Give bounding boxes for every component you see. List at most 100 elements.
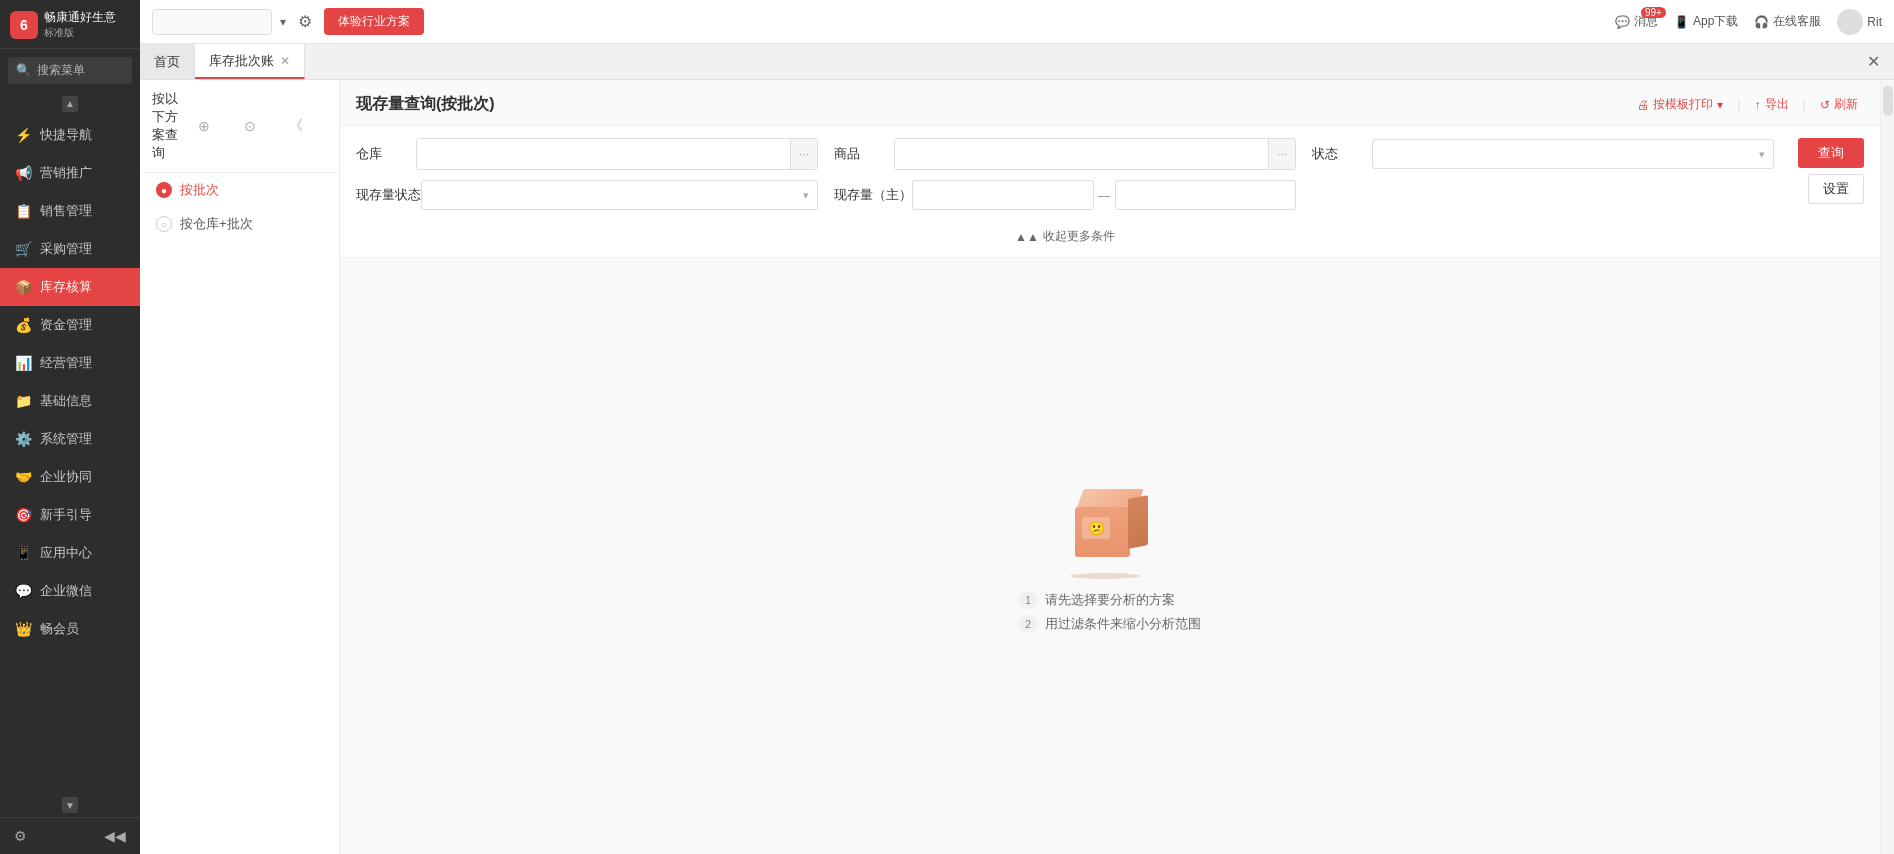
- warehouse-label: 仓库: [356, 145, 416, 163]
- tab-inventory-batch[interactable]: 库存批次账 ✕: [195, 44, 305, 79]
- messages-badge: 99+: [1641, 7, 1666, 18]
- sidebar-item-operations[interactable]: 📊 经营管理: [0, 344, 140, 382]
- sidebar-scroll-down[interactable]: ▼: [62, 797, 78, 813]
- user-avatar: [1837, 9, 1863, 35]
- warehouse-input-group: ···: [416, 138, 818, 170]
- tab-bar-close-btn[interactable]: ✕: [1853, 52, 1894, 71]
- topbar-search-input[interactable]: [152, 9, 272, 35]
- messages-btn[interactable]: 💬 消息 99+: [1615, 13, 1658, 30]
- plan-dot-active: ●: [156, 182, 172, 198]
- print-dropdown-icon[interactable]: ▾: [1717, 98, 1723, 112]
- message-icon: 💬: [1615, 15, 1630, 29]
- warehouse-input[interactable]: [417, 139, 790, 169]
- settings-icon[interactable]: ⚙: [14, 828, 27, 844]
- app-download-btn[interactable]: 📱 App下载: [1674, 13, 1738, 30]
- sidebar-item-label: 基础信息: [40, 392, 92, 410]
- plan-item-warehouse-batch[interactable]: ○ 按仓库+批次: [140, 207, 339, 241]
- member-icon: 👑: [14, 620, 32, 638]
- plan-label-warehouse-batch: 按仓库+批次: [180, 215, 253, 233]
- tip-num-2: 2: [1019, 615, 1037, 633]
- left-panel: 按以下方案查询 ⊕ ⊙ 《 ● 按批次 ○ 按仓库+批次: [140, 80, 340, 854]
- sidebar-item-system[interactable]: ⚙️ 系统管理: [0, 420, 140, 458]
- sidebar-item-wechat[interactable]: 💬 企业微信: [0, 572, 140, 610]
- status-select[interactable]: ▾: [1372, 139, 1774, 169]
- sidebar-item-enterprise[interactable]: 🤝 企业协同: [0, 458, 140, 496]
- filter-area: 仓库 ··· 商品: [340, 126, 1880, 258]
- user-name: Rit: [1867, 15, 1882, 29]
- sidebar-item-label: 销售管理: [40, 202, 92, 220]
- warehouse-more-icon: ···: [799, 147, 809, 161]
- topbar-dropdown-icon[interactable]: ▾: [280, 15, 286, 29]
- sidebar-nav: ⚡ 快捷导航 📢 营销推广 📋 销售管理 🛒 采购管理 📦 库存核算 💰 资金管…: [0, 116, 140, 793]
- product-input-group: ···: [894, 138, 1296, 170]
- add-plan-icon[interactable]: ⊕: [198, 118, 236, 134]
- filter-row-2: 现存量状态 ▾ 现存量（主） —: [356, 180, 1774, 210]
- app-title: 畅康通好生意: [44, 10, 116, 26]
- refresh-label: 刷新: [1834, 96, 1858, 113]
- collapse-label: 收起更多条件: [1043, 228, 1115, 245]
- sidebar-item-quick-nav[interactable]: ⚡ 快捷导航: [0, 116, 140, 154]
- inventory-qty-to[interactable]: [1115, 180, 1297, 210]
- tip-text-2: 用过滤条件来缩小分析范围: [1045, 615, 1201, 633]
- status-label: 状态: [1312, 145, 1372, 163]
- filter-row-1: 仓库 ··· 商品: [356, 138, 1774, 170]
- inventory-qty-field: 现存量（主） —: [834, 180, 1296, 210]
- collapse-sidebar-icon[interactable]: ◀◀: [104, 828, 126, 844]
- qty-dash: —: [1094, 188, 1115, 203]
- sidebar-item-label: 企业微信: [40, 582, 92, 600]
- sidebar-item-marketing[interactable]: 📢 营销推广: [0, 154, 140, 192]
- sidebar-scroll-up[interactable]: ▲: [62, 96, 78, 112]
- empty-state: 😕 1 请先选择要分析的方案 2 用过滤条件来缩小分析范围: [340, 258, 1880, 854]
- sidebar-item-label: 快捷导航: [40, 126, 92, 144]
- tab-close-icon[interactable]: ✕: [280, 54, 290, 68]
- collapse-more-btn[interactable]: ▲▲ 收起更多条件: [356, 220, 1774, 245]
- sidebar-item-inventory[interactable]: 📦 库存核算: [0, 268, 140, 306]
- sidebar-item-basic[interactable]: 📁 基础信息: [0, 382, 140, 420]
- sidebar-item-member[interactable]: 👑 畅会员: [0, 610, 140, 648]
- tab-home[interactable]: 首页: [140, 44, 195, 79]
- tabbar: 首页 库存批次账 ✕ ✕: [140, 44, 1894, 80]
- sidebar-item-label: 经营管理: [40, 354, 92, 372]
- export-btn[interactable]: ↑ 导出: [1749, 92, 1795, 117]
- inventory-status-select[interactable]: ▾: [421, 180, 818, 210]
- sidebar-item-finance[interactable]: 💰 资金管理: [0, 306, 140, 344]
- topbar: ▾ ⚙ 体验行业方案 💬 消息 99+ 📱 App下载 🎧 在线客服 Rit: [140, 0, 1894, 44]
- refresh-btn[interactable]: ↺ 刷新: [1814, 92, 1864, 117]
- sidebar-item-guide[interactable]: 🎯 新手引导: [0, 496, 140, 534]
- settings-button[interactable]: 设置: [1808, 174, 1864, 204]
- online-service-btn[interactable]: 🎧 在线客服: [1754, 13, 1821, 30]
- plan-item-batch[interactable]: ● 按批次: [140, 173, 339, 207]
- print-btn[interactable]: 🖨 按模板打印 ▾: [1631, 92, 1729, 117]
- tip-text-1: 请先选择要分析的方案: [1045, 591, 1175, 609]
- appstore-icon: 📱: [14, 544, 32, 562]
- inventory-qty-from[interactable]: [912, 180, 1094, 210]
- sidebar-item-appstore[interactable]: 📱 应用中心: [0, 534, 140, 572]
- inventory-qty-label: 现存量（主）: [834, 186, 912, 204]
- product-more-btn[interactable]: ···: [1268, 139, 1295, 169]
- wechat-icon: 💬: [14, 582, 32, 600]
- collapse-panel-icon[interactable]: 《: [289, 117, 327, 135]
- online-service-label: 在线客服: [1773, 13, 1821, 30]
- settings-plan-icon[interactable]: ⊙: [244, 118, 282, 134]
- warehouse-more-btn[interactable]: ···: [790, 139, 817, 169]
- sidebar-item-purchase[interactable]: 🛒 采购管理: [0, 230, 140, 268]
- experience-btn[interactable]: 体验行业方案: [324, 8, 424, 35]
- page-title-bar: 现存量查询(按批次) 🖨 按模板打印 ▾ | ↑ 导出 | ↺: [340, 80, 1880, 126]
- product-input[interactable]: [895, 139, 1268, 169]
- app-download-icon: 📱: [1674, 15, 1689, 29]
- status-select-arrow: ▾: [1759, 148, 1765, 161]
- right-scrollbar[interactable]: [1880, 80, 1894, 854]
- product-field: 商品 ···: [834, 138, 1296, 170]
- enterprise-icon: 🤝: [14, 468, 32, 486]
- sidebar-item-label: 资金管理: [40, 316, 92, 334]
- inventory-batch-tab-label: 库存批次账: [209, 52, 274, 70]
- action-divider-1: |: [1737, 97, 1740, 112]
- app-version: 标准版: [44, 26, 116, 40]
- sidebar-search[interactable]: 🔍 搜索菜单: [8, 57, 132, 84]
- user-profile[interactable]: Rit: [1837, 9, 1882, 35]
- page-title: 现存量查询(按批次): [356, 94, 495, 115]
- warehouse-field: 仓库 ···: [356, 138, 818, 170]
- query-button[interactable]: 查询: [1798, 138, 1864, 168]
- sidebar-item-sales[interactable]: 📋 销售管理: [0, 192, 140, 230]
- topbar-settings-icon[interactable]: ⚙: [298, 12, 312, 31]
